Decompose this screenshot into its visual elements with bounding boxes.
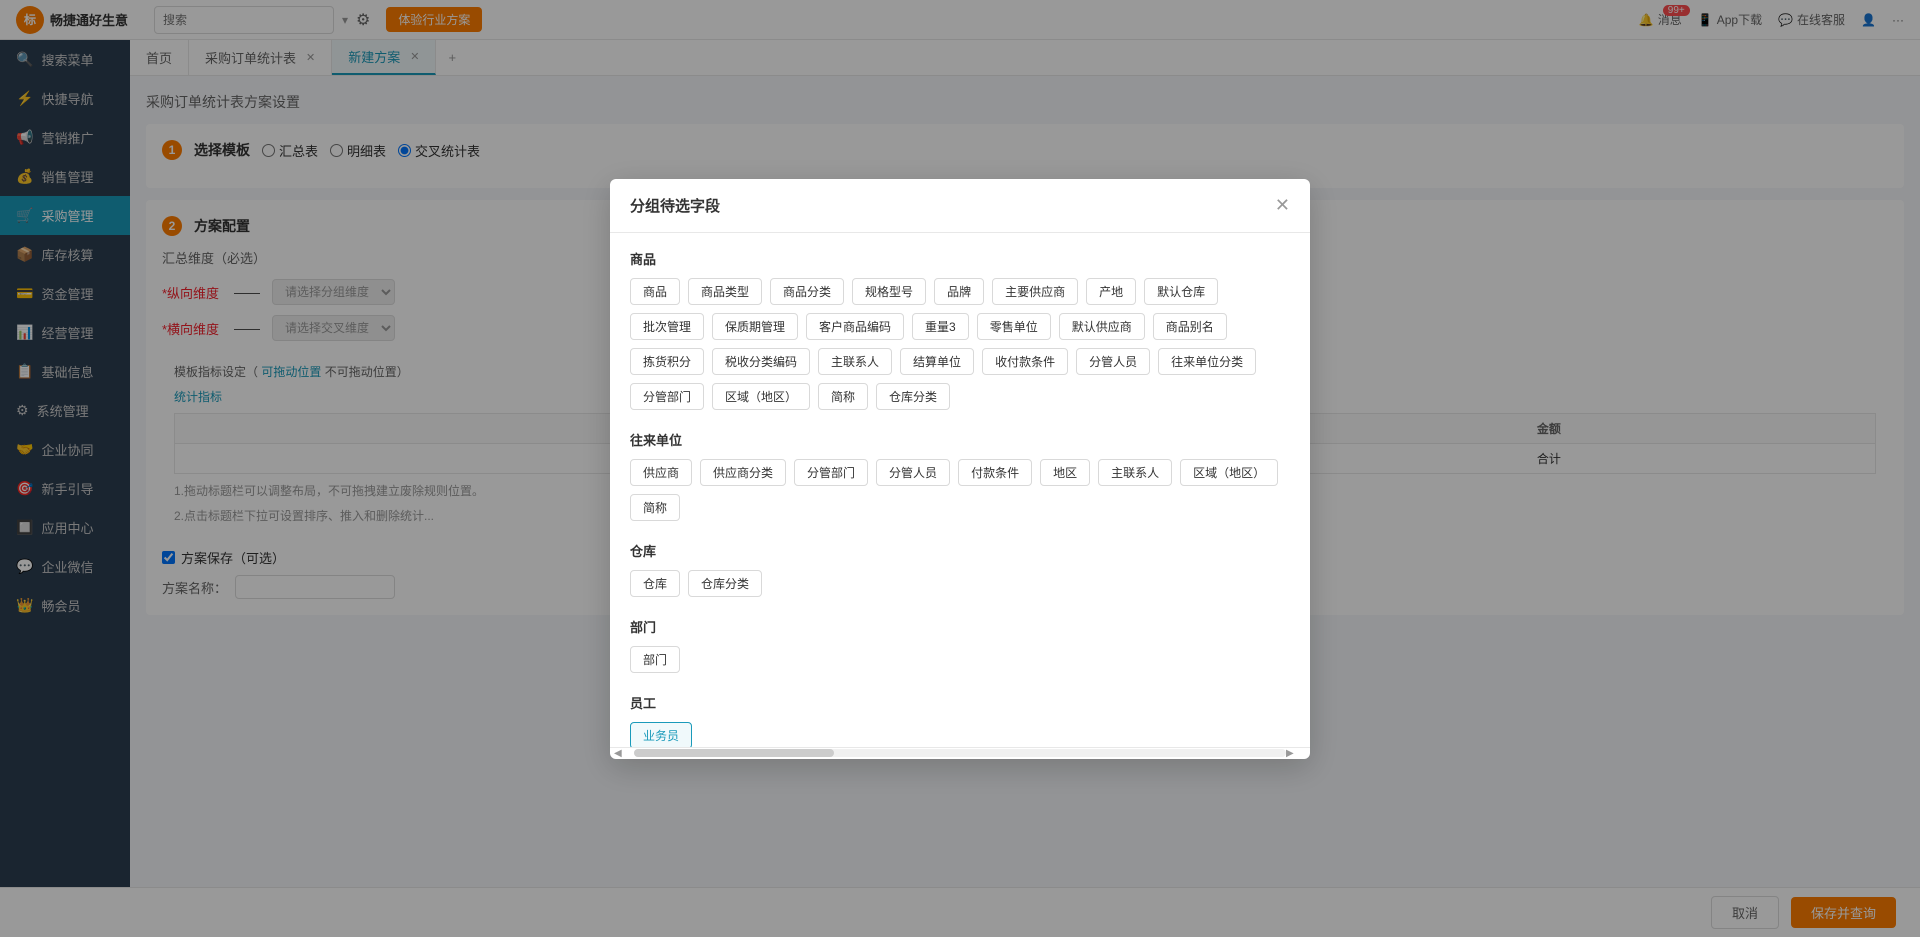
field-payment-terms[interactable]: 收付款条件 [982,348,1068,375]
modal-hscroll[interactable]: ◀ ▶ [610,747,1310,759]
section-department-title: 部门 [630,617,1290,636]
section-warehouse-fields: 仓库 仓库分类 [630,570,1290,597]
hscroll-thumb[interactable] [634,749,834,757]
field-region[interactable]: 区域（地区） [712,383,810,410]
field-main-contact[interactable]: 主联系人 [818,348,892,375]
field-region-area[interactable]: 区域（地区） [1180,459,1278,486]
field-batch-mgmt[interactable]: 批次管理 [630,313,704,340]
field-product-alias[interactable]: 商品别名 [1153,313,1227,340]
field-payment-condition[interactable]: 付款条件 [958,459,1032,486]
modal-title: 分组待选字段 [630,195,720,216]
modal-header: 分组待选字段 ✕ [610,179,1310,233]
section-warehouse: 仓库 仓库 仓库分类 [630,541,1290,597]
field-main-contact-partner[interactable]: 主联系人 [1098,459,1172,486]
field-product[interactable]: 商品 [630,278,680,305]
field-settlement-unit[interactable]: 结算单位 [900,348,974,375]
field-origin[interactable]: 产地 [1086,278,1136,305]
field-area[interactable]: 地区 [1040,459,1090,486]
field-customer-sku[interactable]: 客户商品编码 [806,313,904,340]
field-partner-category[interactable]: 往来单位分类 [1158,348,1256,375]
section-partner: 往来单位 供应商 供应商分类 分管部门 分管人员 付款条件 地区 主联系人 区域… [630,430,1290,521]
field-default-warehouse[interactable]: 默认仓库 [1144,278,1218,305]
scroll-right-btn[interactable]: ▶ [1286,748,1306,759]
section-employee-title: 员工 [630,693,1290,712]
field-product-type[interactable]: 商品类型 [688,278,762,305]
modal-body: 商品 商品 商品类型 商品分类 规格型号 品牌 主要供应商 产地 默认仓库 批次… [610,233,1310,747]
field-retail-unit[interactable]: 零售单位 [977,313,1051,340]
section-warehouse-title: 仓库 [630,541,1290,560]
field-supplier-category[interactable]: 供应商分类 [700,459,786,486]
modal-overlay: 分组待选字段 ✕ 商品 商品 商品类型 商品分类 规格型号 品牌 主要供应商 产… [0,0,1920,937]
field-brand[interactable]: 品牌 [934,278,984,305]
section-employee-fields: 业务员 [630,722,1290,747]
section-partner-fields: 供应商 供应商分类 分管部门 分管人员 付款条件 地区 主联系人 区域（地区） … [630,459,1290,521]
field-dept[interactable]: 分管部门 [630,383,704,410]
field-short-name[interactable]: 简称 [818,383,868,410]
field-pick-points[interactable]: 拣货积分 [630,348,704,375]
field-salesperson[interactable]: 业务员 [630,722,692,747]
field-default-supplier[interactable]: 默认供应商 [1059,313,1145,340]
field-spec-model[interactable]: 规格型号 [852,278,926,305]
hscroll-track[interactable] [634,749,1286,757]
field-tax-code[interactable]: 税收分类编码 [712,348,810,375]
field-weight3[interactable]: 重量3 [912,313,969,340]
section-product-fields: 商品 商品类型 商品分类 规格型号 品牌 主要供应商 产地 默认仓库 批次管理 … [630,278,1290,410]
field-product-category[interactable]: 商品分类 [770,278,844,305]
field-warehouse-category[interactable]: 仓库分类 [876,383,950,410]
field-manage-dept[interactable]: 分管部门 [794,459,868,486]
modal-close-btn[interactable]: ✕ [1275,195,1290,216]
section-partner-title: 往来单位 [630,430,1290,449]
section-employee: 员工 业务员 [630,693,1290,747]
field-shelf-life[interactable]: 保质期管理 [712,313,798,340]
field-main-supplier[interactable]: 主要供应商 [992,278,1078,305]
field-supervisor[interactable]: 分管人员 [1076,348,1150,375]
section-department: 部门 部门 [630,617,1290,673]
modal-dialog: 分组待选字段 ✕ 商品 商品 商品类型 商品分类 规格型号 品牌 主要供应商 产… [610,179,1310,759]
field-manage-person[interactable]: 分管人员 [876,459,950,486]
field-abbreviation[interactable]: 简称 [630,494,680,521]
section-department-fields: 部门 [630,646,1290,673]
section-product: 商品 商品 商品类型 商品分类 规格型号 品牌 主要供应商 产地 默认仓库 批次… [630,249,1290,410]
field-warehouse[interactable]: 仓库 [630,570,680,597]
field-supplier[interactable]: 供应商 [630,459,692,486]
field-department[interactable]: 部门 [630,646,680,673]
scroll-left-btn[interactable]: ◀ [614,748,634,759]
section-product-title: 商品 [630,249,1290,268]
field-warehouse-cat[interactable]: 仓库分类 [688,570,762,597]
